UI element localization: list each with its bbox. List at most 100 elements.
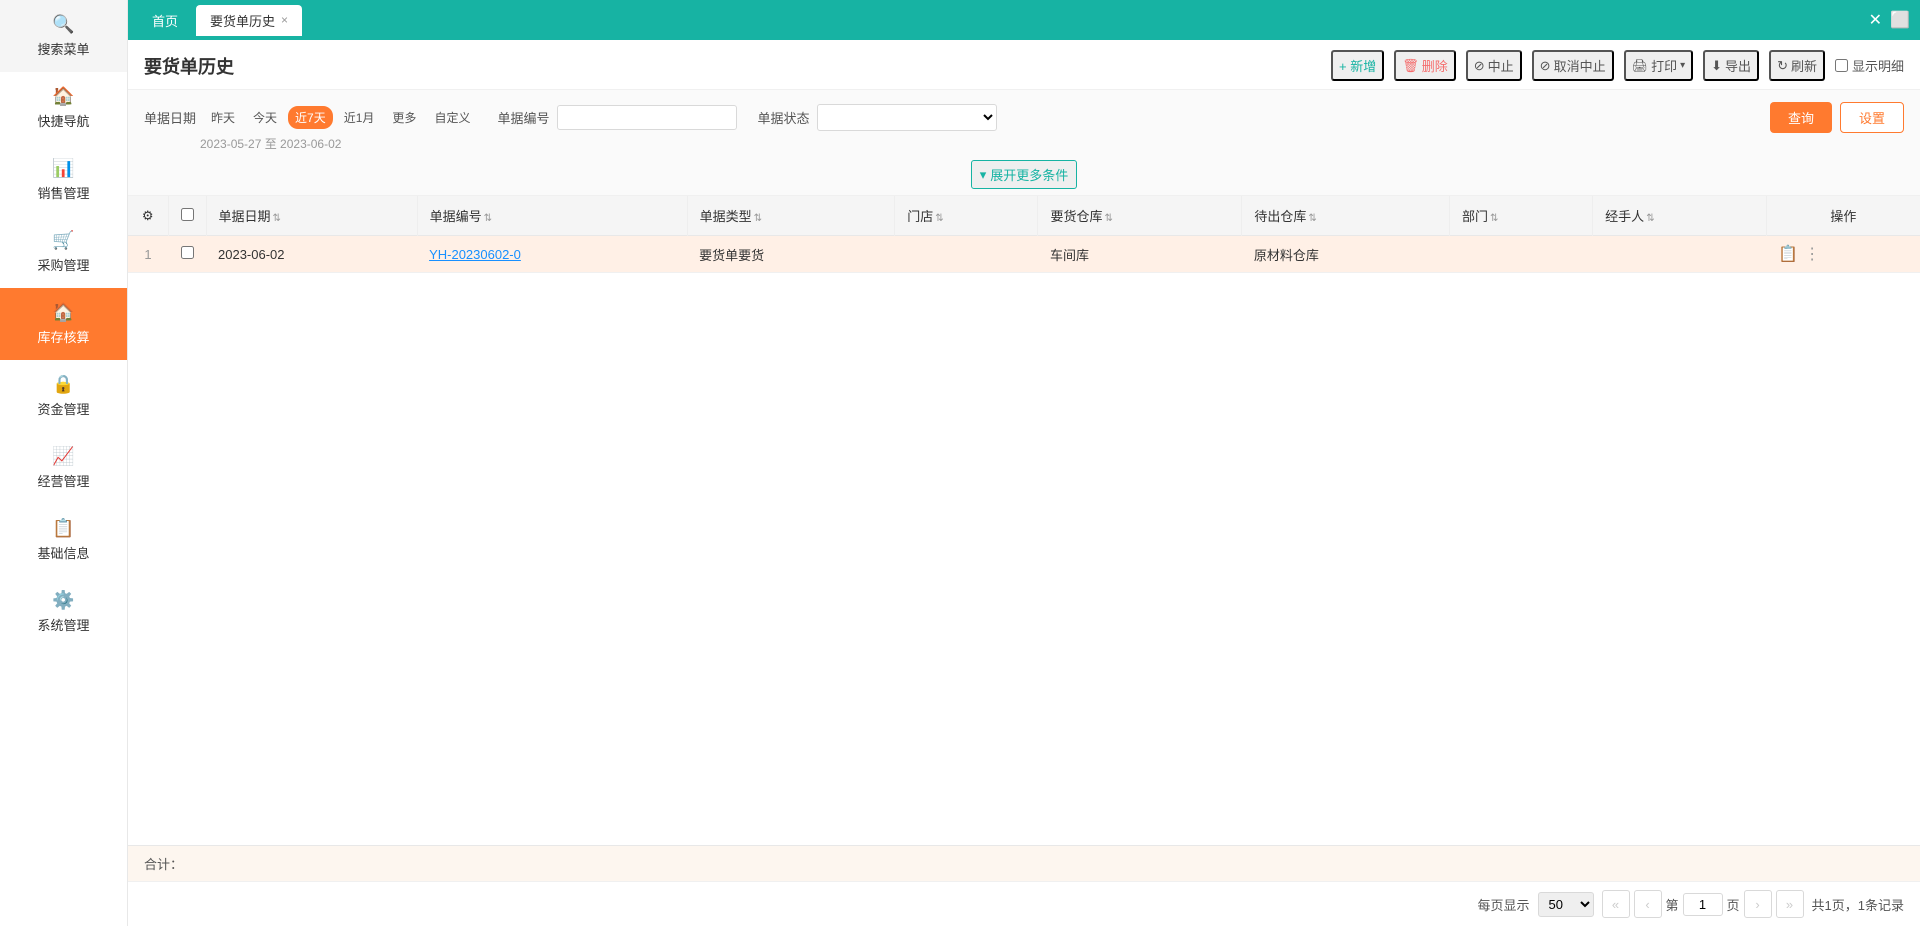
sort-handler-icon[interactable]: ⇅ bbox=[1646, 213, 1654, 224]
sidebar-item-search[interactable]: 🔍 搜索菜单 bbox=[0, 0, 127, 72]
row-checkbox-cell[interactable] bbox=[168, 236, 206, 273]
select-all-checkbox[interactable] bbox=[181, 208, 194, 221]
row-doc-type: 要货单要货 bbox=[687, 236, 895, 273]
sidebar-item-finance[interactable]: 🔒 资金管理 bbox=[0, 360, 127, 432]
pagination-info: 共1页，1条记录 bbox=[1812, 895, 1904, 914]
tab-requisition-history[interactable]: 要货单历史× bbox=[196, 5, 302, 36]
export-button[interactable]: ⬇ 导出 bbox=[1703, 50, 1759, 81]
date-btn-last7days[interactable]: 近7天 bbox=[288, 106, 333, 129]
setting-button[interactable]: 设置 bbox=[1840, 102, 1904, 133]
sort-date-icon[interactable]: ⇅ bbox=[273, 213, 281, 224]
th-store: 门店⇅ bbox=[895, 196, 1038, 236]
next-page-button[interactable]: › bbox=[1744, 890, 1772, 918]
delete-icon: 🗑 bbox=[1402, 58, 1419, 74]
page-size-label: 每页显示 bbox=[1477, 895, 1529, 914]
sidebar-item-purchase[interactable]: 🛒 采购管理 bbox=[0, 216, 127, 288]
date-range-display: 2023-05-27 至 2023-06-02 bbox=[200, 137, 341, 151]
filter-actions: 查询 设置 bbox=[1770, 102, 1904, 133]
export-icon: ⬇ bbox=[1711, 58, 1722, 74]
sidebar-item-system[interactable]: ⚙️ 系统管理 bbox=[0, 576, 127, 648]
sidebar-item-sales[interactable]: 📊 销售管理 bbox=[0, 144, 127, 216]
row-store bbox=[895, 236, 1038, 273]
delete-button[interactable]: 🗑 删除 bbox=[1394, 50, 1456, 81]
quick-nav-icon: 🏠 bbox=[52, 86, 74, 107]
date-btn-yesterday[interactable]: 昨天 bbox=[204, 106, 242, 129]
table-row[interactable]: 1 2023-06-02 YH-20230602-0 要货单要货 车间库 原材料… bbox=[128, 236, 1920, 273]
sidebar-item-label: 搜索菜单 bbox=[37, 39, 89, 58]
stop-button[interactable]: ⊘ 中止 bbox=[1466, 50, 1522, 81]
tab-home[interactable]: 首页 bbox=[138, 5, 192, 36]
page-header: 要货单历史 + 新增 🗑 删除 ⊘ 中止 ⊘ 取消中止 🖨 打印 bbox=[128, 40, 1920, 90]
sort-pending-warehouse-icon[interactable]: ⇅ bbox=[1308, 213, 1316, 224]
filter-row-main: 单据日期 昨天今天近7天近1月更多自定义 单据编号 单据状态 查询 bbox=[144, 102, 1904, 133]
sort-doc-type-icon[interactable]: ⇅ bbox=[754, 213, 762, 224]
doc-no-input[interactable] bbox=[557, 105, 737, 130]
sidebar-item-quick-nav[interactable]: 🏠 快捷导航 bbox=[0, 72, 127, 144]
header-actions: + 新增 🗑 删除 ⊘ 中止 ⊘ 取消中止 🖨 打印 ▾ bbox=[1331, 50, 1904, 81]
pagination-bar: 每页显示 2050100 « ‹ 第 页 › » 共1页，1条记录 bbox=[128, 881, 1920, 926]
content-area: 要货单历史 + 新增 🗑 删除 ⊘ 中止 ⊘ 取消中止 🖨 打印 bbox=[128, 40, 1920, 926]
doc-no-link[interactable]: YH-20230602-0 bbox=[429, 247, 521, 262]
sales-icon: 📊 bbox=[52, 158, 74, 179]
status-filter-group: 单据状态 bbox=[757, 104, 997, 131]
cancel-stop-button[interactable]: ⊘ 取消中止 bbox=[1532, 50, 1614, 81]
search-icon: 🔍 bbox=[52, 14, 74, 35]
sidebar-item-label: 库存核算 bbox=[37, 327, 89, 346]
date-btn-more[interactable]: 更多 bbox=[385, 106, 423, 129]
th-checkbox[interactable] bbox=[168, 196, 206, 236]
page-title: 要货单历史 bbox=[144, 53, 234, 79]
th-date: 单据日期⇅ bbox=[206, 196, 417, 236]
query-button[interactable]: 查询 bbox=[1770, 102, 1832, 133]
th-department: 部门⇅ bbox=[1449, 196, 1592, 236]
sidebar-item-label: 基础信息 bbox=[37, 543, 89, 562]
system-icon: ⚙️ bbox=[52, 590, 74, 611]
date-btn-last_month[interactable]: 近1月 bbox=[337, 106, 382, 129]
page-size-select[interactable]: 2050100 bbox=[1538, 892, 1594, 917]
th-pending-warehouse: 待出仓库⇅ bbox=[1242, 196, 1450, 236]
th-gear[interactable]: ⚙ bbox=[128, 196, 168, 236]
sort-department-icon[interactable]: ⇅ bbox=[1490, 213, 1498, 224]
th-req-warehouse: 要货仓库⇅ bbox=[1038, 196, 1242, 236]
new-button[interactable]: + 新增 bbox=[1331, 50, 1384, 81]
display-detail-toggle[interactable]: 显示明细 bbox=[1835, 56, 1904, 75]
prev-page-button[interactable]: ‹ bbox=[1634, 890, 1662, 918]
tab-label: 首页 bbox=[152, 11, 178, 30]
last-page-button[interactable]: » bbox=[1776, 890, 1804, 918]
window-maximize-icon[interactable]: ⬜ bbox=[1890, 10, 1910, 30]
row-checkbox[interactable] bbox=[181, 246, 194, 259]
print-button[interactable]: 🖨 打印 ▾ bbox=[1624, 50, 1694, 81]
page-nav: « ‹ 第 页 › » bbox=[1602, 890, 1804, 918]
row-doc-no[interactable]: YH-20230602-0 bbox=[417, 236, 687, 273]
expand-more-button[interactable]: ▾ 展开更多条件 bbox=[971, 160, 1078, 189]
sort-doc-no-icon[interactable]: ⇅ bbox=[484, 213, 492, 224]
table-header: ⚙ 单据日期⇅ 单据编号⇅ 单据类型⇅ 门店⇅ 要货仓库⇅ 待出仓库⇅ 部门⇅ … bbox=[128, 196, 1920, 236]
row-more-icon[interactable]: ⋮ bbox=[1804, 244, 1820, 264]
expand-row: ▾ 展开更多条件 bbox=[144, 160, 1904, 189]
sort-req-warehouse-icon[interactable]: ⇅ bbox=[1105, 213, 1113, 224]
row-operations: 📋 ⋮ bbox=[1766, 236, 1920, 273]
stop-icon: ⊘ bbox=[1474, 58, 1485, 74]
sidebar-item-basic-info[interactable]: 📋 基础信息 bbox=[0, 504, 127, 576]
row-req-warehouse: 车间库 bbox=[1038, 236, 1242, 273]
date-btn-custom[interactable]: 自定义 bbox=[427, 106, 477, 129]
tab-close-icon[interactable]: × bbox=[281, 13, 288, 27]
window-close-icon[interactable]: ✕ bbox=[1869, 10, 1882, 30]
sidebar-item-label: 销售管理 bbox=[37, 183, 89, 202]
first-page-button[interactable]: « bbox=[1602, 890, 1630, 918]
sidebar-item-operations[interactable]: 📈 经营管理 bbox=[0, 432, 127, 504]
date-filter-group: 单据日期 昨天今天近7天近1月更多自定义 bbox=[144, 106, 477, 129]
row-num: 1 bbox=[128, 236, 168, 273]
refresh-button[interactable]: ↻ 刷新 bbox=[1769, 50, 1825, 81]
th-doc-no: 单据编号⇅ bbox=[417, 196, 687, 236]
date-btn-today[interactable]: 今天 bbox=[246, 106, 284, 129]
tab-bar: 首页要货单历史× ✕ ⬜ bbox=[128, 0, 1920, 40]
status-select[interactable] bbox=[817, 104, 997, 131]
row-view-icon[interactable]: 📋 bbox=[1778, 244, 1798, 264]
sidebar-item-label: 系统管理 bbox=[37, 615, 89, 634]
row-handler bbox=[1593, 236, 1767, 273]
sort-store-icon[interactable]: ⇅ bbox=[935, 213, 943, 224]
page-number-input[interactable] bbox=[1683, 893, 1723, 916]
display-detail-checkbox[interactable] bbox=[1835, 59, 1848, 72]
sidebar-item-inventory[interactable]: 🏠 库存核算 bbox=[0, 288, 127, 360]
th-doc-type: 单据类型⇅ bbox=[687, 196, 895, 236]
